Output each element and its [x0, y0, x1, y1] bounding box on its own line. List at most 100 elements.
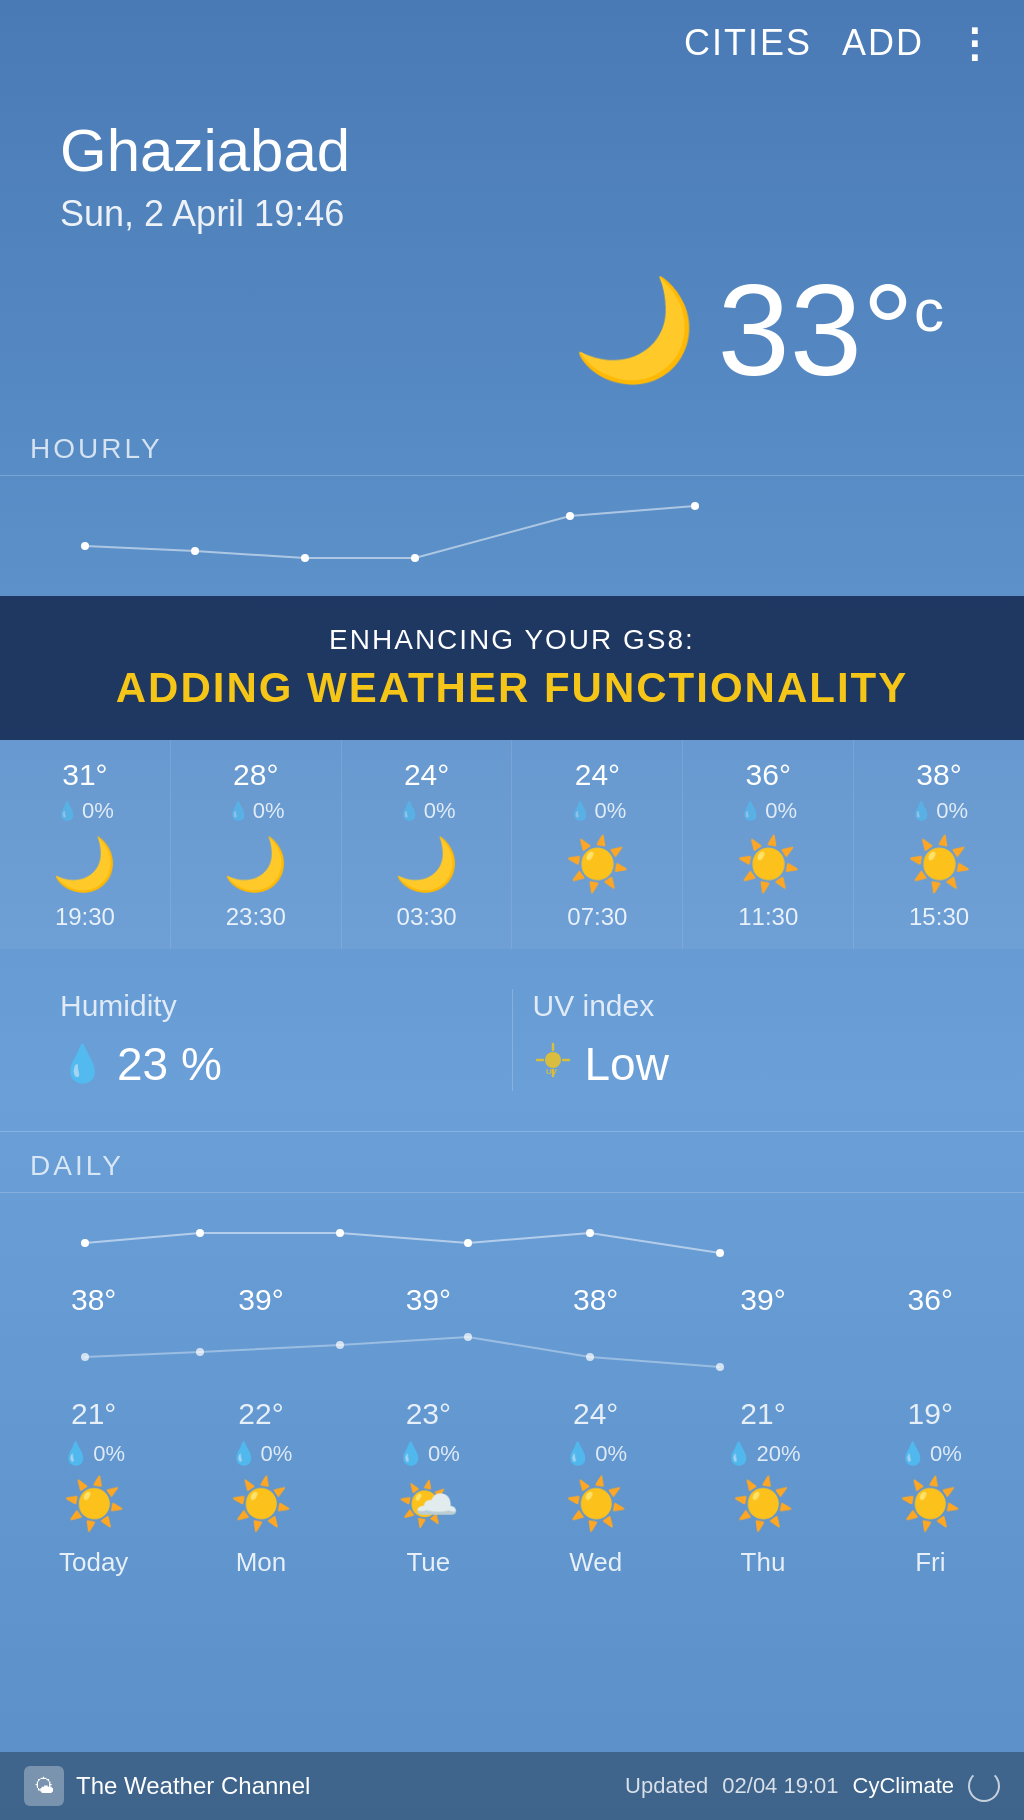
humidity-box: Humidity 💧 23 %: [40, 989, 512, 1091]
updated-value: 02/04 19:01: [722, 1773, 838, 1799]
hero-section: Ghaziabad Sun, 2 April 19:46 🌙 33°c: [0, 86, 1024, 415]
hourly-item: 24° 💧0% 🌙 03:30: [342, 740, 513, 949]
daily-high-col: 39°: [679, 1283, 846, 1317]
daily-day-label: Fri: [915, 1547, 945, 1578]
daily-low-col: 21°: [679, 1397, 846, 1431]
uv-box: UV index UV Low: [512, 989, 985, 1091]
svg-point-21: [464, 1333, 472, 1341]
updated-label: Updated: [625, 1773, 708, 1799]
rain-drop-icon: 💧: [56, 800, 78, 822]
svg-point-17: [716, 1249, 724, 1257]
svg-point-20: [336, 1341, 344, 1349]
rain-icon: 💧: [62, 1441, 89, 1467]
svg-point-3: [411, 554, 419, 562]
daily-weather-icon: ☀️: [732, 1475, 794, 1533]
hourly-weather-icon: ☀️: [907, 834, 972, 895]
hourly-time: 23:30: [226, 903, 286, 931]
rain-drop-icon: 💧: [227, 800, 249, 822]
hourly-temp: 36°: [746, 758, 791, 792]
hourly-time: 11:30: [738, 903, 798, 931]
hourly-time: 07:30: [567, 903, 627, 931]
hourly-temp: 38°: [916, 758, 961, 792]
daily-icons-section: 💧0% ☀️ Today 💧0% ☀️ Mon 💧0% 🌤️ Tue 💧0% ☀…: [0, 1431, 1024, 1638]
hourly-temp: 24°: [404, 758, 449, 792]
daily-weather-icon: ☀️: [230, 1475, 292, 1533]
svg-point-4: [566, 512, 574, 520]
rain-drop-icon: 💧: [739, 800, 761, 822]
daily-low-col: 22°: [177, 1397, 344, 1431]
daily-day-label: Tue: [406, 1547, 450, 1578]
daily-highs: 38°39°39°38°39°36°: [0, 1283, 1024, 1317]
banner: ENHANCING YOUR GS8: ADDING WEATHER FUNCT…: [0, 596, 1024, 740]
daily-low-col: 21°: [10, 1397, 177, 1431]
svg-point-5: [691, 502, 699, 510]
hourly-curve-svg: [0, 486, 1024, 566]
hourly-weather-icon: 🌙: [394, 834, 459, 895]
daily-low-temp: 19°: [908, 1397, 953, 1431]
svg-point-6: [545, 1052, 561, 1068]
svg-point-19: [196, 1348, 204, 1356]
daily-low-temp: 21°: [740, 1397, 785, 1431]
daily-rain: 💧0%: [899, 1441, 962, 1467]
hourly-time: 19:30: [55, 903, 115, 931]
hourly-temp: 24°: [575, 758, 620, 792]
hourly-item: 24° 💧0% ☀️ 07:30: [512, 740, 683, 949]
temperature-row: 🌙 33°c: [60, 265, 964, 395]
daily-icon-col: 💧0% ☀️ Mon: [177, 1441, 344, 1578]
add-button[interactable]: ADD: [842, 22, 924, 64]
daily-low-temp: 21°: [71, 1397, 116, 1431]
rain-pct: 💧0%: [56, 798, 114, 824]
temperature-value: 33°c: [717, 265, 944, 395]
footer-update: Updated 02/04 19:01 CyClimate: [625, 1770, 1000, 1802]
rain-icon: 💧: [397, 1441, 424, 1467]
cyclimate-label: CyClimate: [853, 1773, 954, 1799]
daily-low-curve: [0, 1317, 1024, 1397]
hourly-temp: 31°: [62, 758, 107, 792]
daily-high-temp: 39°: [740, 1283, 785, 1317]
daily-day-label: Mon: [236, 1547, 287, 1578]
hourly-weather-icon: ☀️: [565, 834, 630, 895]
city-date: Sun, 2 April 19:46: [60, 193, 964, 235]
svg-point-16: [586, 1229, 594, 1237]
rain-drop-icon: 💧: [910, 800, 932, 822]
refresh-icon[interactable]: [968, 1770, 1000, 1802]
svg-point-2: [301, 554, 309, 562]
daily-low-temp: 24°: [573, 1397, 618, 1431]
svg-point-14: [336, 1229, 344, 1237]
rain-pct: 💧0%: [227, 798, 285, 824]
hourly-weather-icon: 🌙: [52, 834, 117, 895]
rain-drop-icon: 💧: [398, 800, 420, 822]
daily-high-col: 39°: [345, 1283, 512, 1317]
svg-point-18: [81, 1353, 89, 1361]
svg-point-0: [81, 542, 89, 550]
svg-point-22: [586, 1353, 594, 1361]
daily-day-label: Today: [59, 1547, 128, 1578]
daily-high-svg: [0, 1203, 1024, 1273]
hourly-container: 31° 💧0% 🌙 19:30 28° 💧0% 🌙 23:30 24° 💧0% …: [0, 740, 1024, 949]
svg-point-13: [196, 1229, 204, 1237]
menu-button[interactable]: ⋮: [954, 20, 994, 66]
daily-day-label: Thu: [741, 1547, 786, 1578]
hourly-item: 28° 💧0% 🌙 23:30: [171, 740, 342, 949]
daily-high-temp: 39°: [238, 1283, 283, 1317]
uv-icon: UV: [533, 1040, 573, 1089]
daily-rain: 💧0%: [397, 1441, 460, 1467]
hourly-weather-icon: 🌙: [223, 834, 288, 895]
rain-pct: 💧0%: [739, 798, 797, 824]
hourly-item: 38° 💧0% ☀️ 15:30: [854, 740, 1024, 949]
cities-button[interactable]: CITIES: [684, 22, 812, 64]
daily-high-col: 38°: [512, 1283, 679, 1317]
svg-point-12: [81, 1239, 89, 1247]
daily-weather-icon: ☀️: [565, 1475, 627, 1533]
rain-pct: 💧0%: [398, 798, 456, 824]
daily-low-col: 19°: [847, 1397, 1014, 1431]
stats-row: Humidity 💧 23 % UV index UV Low: [0, 949, 1024, 1131]
rain-icon: 💧: [899, 1441, 926, 1467]
banner-title: ADDING WEATHER FUNCTIONALITY: [20, 664, 1004, 712]
daily-low-svg: [0, 1317, 1024, 1387]
daily-rain: 💧0%: [564, 1441, 627, 1467]
daily-high-temp: 39°: [406, 1283, 451, 1317]
rain-pct: 💧0%: [910, 798, 968, 824]
daily-icon-col: 💧0% 🌤️ Tue: [345, 1441, 512, 1578]
daily-weather-icon: ☀️: [899, 1475, 961, 1533]
